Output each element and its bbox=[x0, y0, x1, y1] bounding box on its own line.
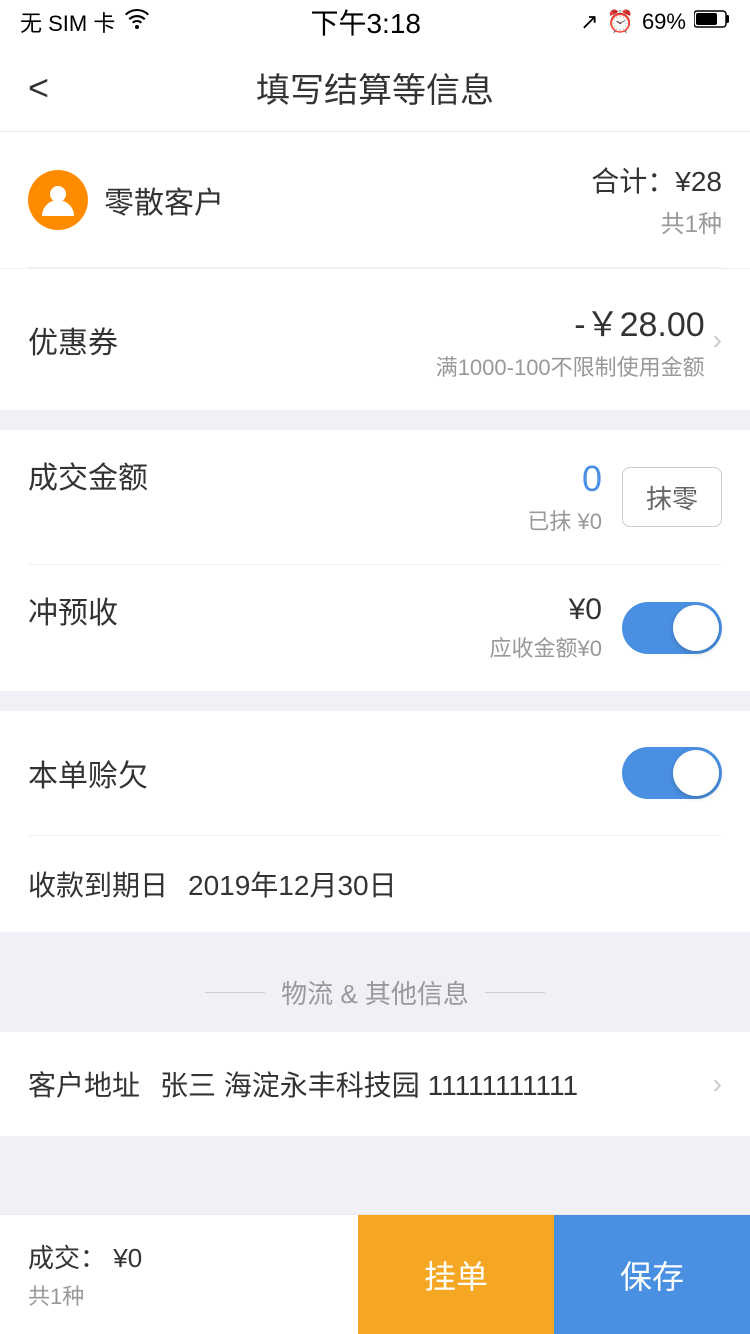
back-button[interactable]: < bbox=[28, 67, 49, 109]
prepay-sub: 应收金额¥0 bbox=[490, 631, 602, 663]
credit-toggle[interactable] bbox=[622, 747, 722, 799]
coupon-row[interactable]: 优惠券 -￥28.00 满1000-100不限制使用金额 › bbox=[28, 269, 722, 410]
status-time: 下午3:18 bbox=[310, 2, 421, 42]
transaction-label: 成交金额 bbox=[28, 458, 148, 500]
address-row[interactable]: 客户地址 张三 海淀永丰科技园 11111111111 › bbox=[0, 1032, 750, 1136]
credit-toggle-knob bbox=[673, 750, 719, 796]
prepay-amounts: ¥0 应收金额¥0 bbox=[490, 593, 602, 663]
logistics-title: 物流 & 其他信息 bbox=[281, 974, 469, 1011]
duedate-label: 收款到期日 bbox=[28, 864, 168, 904]
section-divider-2 bbox=[0, 691, 750, 711]
section-divider-3 bbox=[0, 932, 750, 952]
address-label: 客户地址 bbox=[28, 1064, 140, 1104]
customer-section: 零散客户 合计：¥28 共1种 bbox=[0, 132, 750, 268]
location-icon: ↗ bbox=[580, 9, 598, 35]
page-title: 填写结算等信息 bbox=[256, 63, 494, 112]
transaction-section: 成交金额 0 已抹 ¥0 抹零 冲预收 ¥0 应收金额¥0 bbox=[0, 430, 750, 691]
total-count: 共1种 bbox=[591, 204, 722, 239]
prepay-row: 冲预收 ¥0 应收金额¥0 bbox=[28, 565, 722, 691]
logistics-divider-right bbox=[485, 992, 545, 993]
nav-bar: < 填写结算等信息 bbox=[0, 44, 750, 132]
bottom-count: 共1种 bbox=[28, 1279, 330, 1311]
coupon-section[interactable]: 优惠券 -￥28.00 满1000-100不限制使用金额 › bbox=[0, 268, 750, 410]
credit-label: 本单赊欠 bbox=[28, 751, 148, 795]
bottom-info: 成交： ¥0 共1种 bbox=[0, 1238, 358, 1311]
customer-name: 零散客户 bbox=[104, 178, 224, 222]
toggle-knob bbox=[673, 605, 719, 651]
coupon-right: -￥28.00 满1000-100不限制使用金额 › bbox=[436, 297, 722, 382]
battery-percent: 69% bbox=[642, 9, 686, 35]
duedate-value[interactable]: 2019年12月30日 bbox=[188, 864, 397, 904]
credit-row: 本单赊欠 bbox=[28, 711, 722, 835]
bottom-transaction-label: 成交： bbox=[28, 1243, 106, 1273]
battery-icon bbox=[694, 9, 730, 35]
coupon-info: -￥28.00 满1000-100不限制使用金额 bbox=[436, 297, 705, 382]
round-button[interactable]: 抹零 bbox=[622, 467, 722, 527]
duedate-row: 收款到期日 2019年12月30日 bbox=[28, 835, 722, 932]
sim-indicator: 无 SIM 卡 bbox=[20, 6, 115, 38]
coupon-amount: -￥28.00 bbox=[436, 297, 705, 346]
coupon-desc: 满1000-100不限制使用金额 bbox=[436, 350, 705, 382]
prepay-label: 冲预收 bbox=[28, 593, 118, 635]
prepay-right: ¥0 应收金额¥0 bbox=[490, 593, 722, 663]
status-right: ↗ ⏰ 69% bbox=[580, 9, 730, 35]
customer-avatar bbox=[28, 170, 88, 230]
chevron-right-icon: › bbox=[713, 324, 722, 356]
prepay-toggle[interactable] bbox=[622, 602, 722, 654]
section-divider-1 bbox=[0, 410, 750, 430]
status-bar: 无 SIM 卡 下午3:18 ↗ ⏰ 69% bbox=[0, 0, 750, 44]
wifi-icon bbox=[123, 9, 151, 35]
transaction-sub: 已抹 ¥0 bbox=[527, 504, 602, 536]
total-amount: 合计：¥28 bbox=[591, 160, 722, 200]
credit-section: 本单赊欠 收款到期日 2019年12月30日 bbox=[0, 711, 750, 932]
bottom-transaction-value: ¥0 bbox=[113, 1243, 142, 1273]
customer-info: 零散客户 bbox=[28, 170, 224, 230]
logistics-divider-left bbox=[205, 992, 265, 993]
address-chevron-icon: › bbox=[713, 1068, 722, 1100]
coupon-label: 优惠券 bbox=[28, 318, 118, 362]
transaction-value[interactable]: 0 bbox=[527, 458, 602, 500]
transaction-right: 0 已抹 ¥0 抹零 bbox=[527, 458, 722, 536]
transaction-row: 成交金额 0 已抹 ¥0 抹零 bbox=[28, 430, 722, 565]
logistics-header: 物流 & 其他信息 bbox=[0, 952, 750, 1032]
transaction-label-area: 成交金额 bbox=[28, 458, 148, 500]
customer-row: 零散客户 合计：¥28 共1种 bbox=[28, 132, 722, 268]
save-button[interactable]: 保存 bbox=[554, 1215, 750, 1334]
pending-button[interactable]: 挂单 bbox=[358, 1215, 554, 1334]
customer-total: 合计：¥28 共1种 bbox=[591, 160, 722, 239]
transaction-amount-area: 0 已抹 ¥0 bbox=[527, 458, 602, 536]
prepay-main: ¥0 bbox=[490, 593, 602, 627]
alarm-icon: ⏰ bbox=[607, 9, 634, 35]
address-value: 张三 海淀永丰科技园 11111111111 bbox=[160, 1064, 713, 1104]
status-left: 无 SIM 卡 bbox=[20, 6, 151, 38]
bottom-bar: 成交： ¥0 共1种 挂单 保存 bbox=[0, 1214, 750, 1334]
bottom-transaction: 成交： ¥0 bbox=[28, 1238, 330, 1275]
